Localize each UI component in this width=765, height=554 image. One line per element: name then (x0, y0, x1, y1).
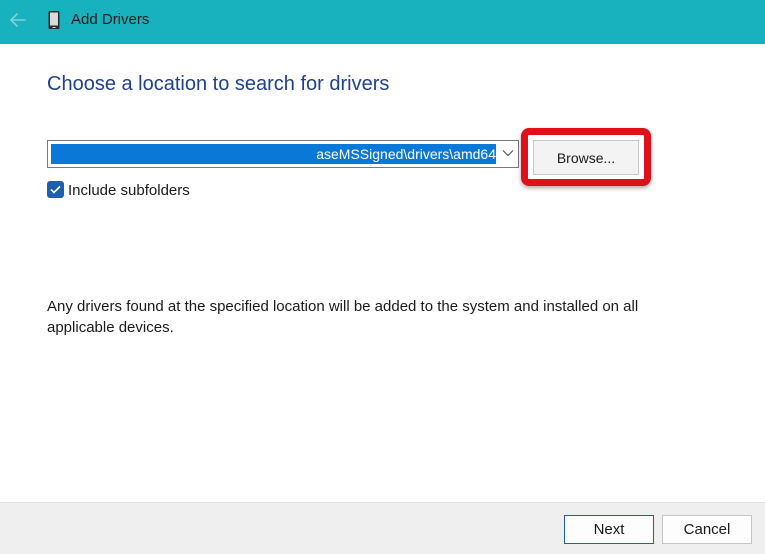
window-title: Add Drivers (71, 11, 150, 28)
title-bar: Add Drivers (0, 0, 765, 44)
checkmark-icon (50, 185, 61, 194)
device-icon (48, 11, 60, 29)
path-text-selection[interactable]: aseMSSigned\drivers\amd64 (51, 144, 496, 164)
back-arrow-icon[interactable] (8, 10, 28, 30)
include-subfolders-label[interactable]: Include subfolders (68, 182, 190, 199)
cancel-button[interactable]: Cancel (662, 515, 752, 544)
driver-path-combobox[interactable]: aseMSSigned\drivers\amd64 (47, 140, 519, 168)
dialog-footer: Next Cancel (0, 502, 765, 554)
info-text: Any drivers found at the specified locat… (47, 298, 639, 336)
next-button[interactable]: Next (564, 515, 654, 544)
path-text: aseMSSigned\drivers\amd64 (316, 146, 496, 162)
chevron-down-icon[interactable] (502, 149, 514, 157)
add-drivers-window: Add Drivers Choose a location to search … (0, 0, 765, 554)
include-subfolders-checkbox[interactable] (47, 181, 64, 198)
browse-button[interactable]: Browse... (533, 140, 639, 175)
page-title: Choose a location to search for drivers (47, 73, 390, 95)
